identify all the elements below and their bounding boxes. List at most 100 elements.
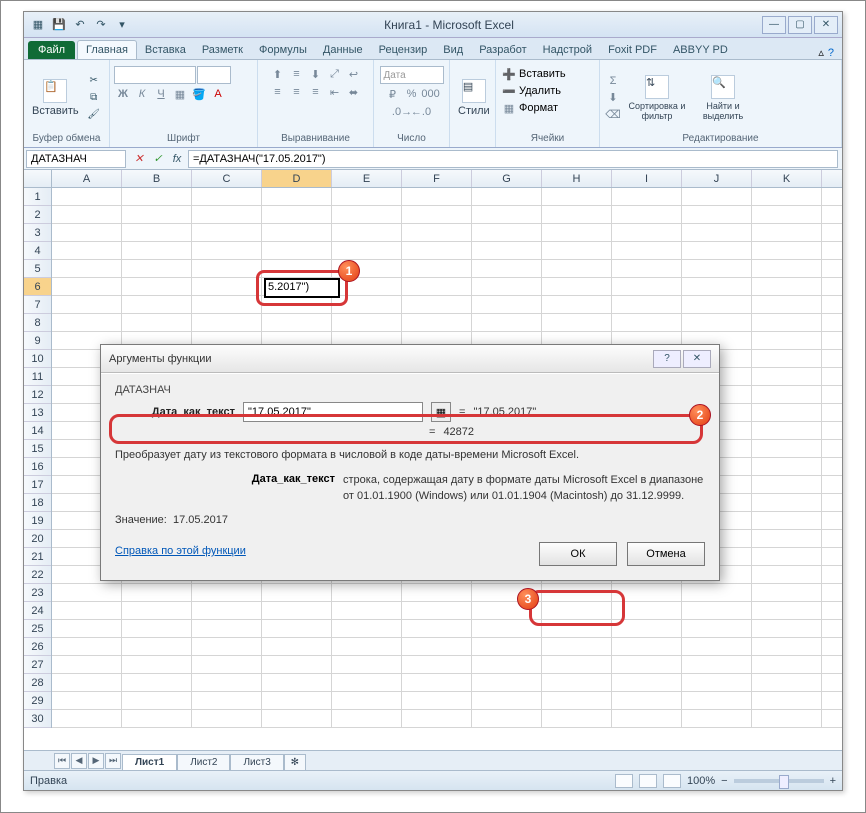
cell[interactable] xyxy=(612,278,682,295)
cell[interactable] xyxy=(682,314,752,331)
col-header[interactable]: D xyxy=(262,170,332,187)
cell[interactable] xyxy=(332,692,402,709)
minimize-button[interactable]: — xyxy=(762,16,786,34)
cell[interactable] xyxy=(332,674,402,691)
cell[interactable] xyxy=(752,296,822,313)
merge-icon[interactable]: ⬌ xyxy=(345,84,363,100)
dec-decimal-icon[interactable]: ←.0 xyxy=(412,104,430,120)
dialog-close-button[interactable]: ✕ xyxy=(683,350,711,368)
fill-color-button[interactable]: 🪣 xyxy=(190,86,208,102)
cell[interactable] xyxy=(542,620,612,637)
col-header[interactable]: E xyxy=(332,170,402,187)
cell[interactable] xyxy=(682,674,752,691)
comma-icon[interactable]: 000 xyxy=(422,86,440,102)
align-top-icon[interactable]: ⬆ xyxy=(269,66,287,82)
select-all-corner[interactable] xyxy=(24,170,52,187)
cell[interactable] xyxy=(402,260,472,277)
cell[interactable] xyxy=(402,656,472,673)
cell[interactable] xyxy=(682,260,752,277)
cell[interactable] xyxy=(52,602,122,619)
row-header[interactable]: 22 xyxy=(24,566,51,584)
cell[interactable] xyxy=(122,602,192,619)
dialog-titlebar[interactable]: Аргументы функции ? ✕ xyxy=(101,345,719,373)
bold-button[interactable]: Ж xyxy=(114,86,132,102)
cell[interactable] xyxy=(262,314,332,331)
tab-home[interactable]: Главная xyxy=(77,40,137,59)
row-header[interactable]: 3 xyxy=(24,224,51,242)
cell[interactable] xyxy=(192,620,262,637)
cell[interactable] xyxy=(542,674,612,691)
cell[interactable] xyxy=(52,314,122,331)
row-header[interactable]: 8 xyxy=(24,314,51,332)
format-painter-icon[interactable]: 🖌 xyxy=(85,107,103,123)
cell[interactable] xyxy=(52,674,122,691)
cell[interactable] xyxy=(612,692,682,709)
cell[interactable] xyxy=(402,314,472,331)
styles-button[interactable]: ▤Стили xyxy=(454,77,494,119)
cell[interactable] xyxy=(542,692,612,709)
cell[interactable] xyxy=(262,674,332,691)
cell[interactable] xyxy=(52,710,122,727)
tab-insert[interactable]: Вставка xyxy=(137,41,194,59)
cell[interactable] xyxy=(122,692,192,709)
cell[interactable] xyxy=(752,620,822,637)
row-header[interactable]: 18 xyxy=(24,494,51,512)
align-left-icon[interactable]: ≡ xyxy=(269,84,287,100)
cell[interactable] xyxy=(612,188,682,205)
cell[interactable] xyxy=(752,602,822,619)
cell[interactable] xyxy=(262,206,332,223)
row-header[interactable]: 4 xyxy=(24,242,51,260)
cell[interactable] xyxy=(612,260,682,277)
cell[interactable] xyxy=(192,242,262,259)
function-help-link[interactable]: Справка по этой функции xyxy=(115,545,246,557)
number-format-combo[interactable]: Дата xyxy=(380,66,444,84)
cell[interactable] xyxy=(612,206,682,223)
row-header[interactable]: 19 xyxy=(24,512,51,530)
tab-abbyy[interactable]: ABBYY PD xyxy=(665,41,736,59)
cell[interactable] xyxy=(752,404,822,421)
sheet-nav-first[interactable]: ⏮ xyxy=(54,753,70,769)
active-cell[interactable]: 5.2017") xyxy=(264,278,340,298)
cell[interactable] xyxy=(262,602,332,619)
dialog-help-button[interactable]: ? xyxy=(653,350,681,368)
cell[interactable] xyxy=(122,620,192,637)
cell[interactable] xyxy=(472,314,542,331)
row-header[interactable]: 5 xyxy=(24,260,51,278)
cell[interactable] xyxy=(402,620,472,637)
cell[interactable] xyxy=(752,260,822,277)
page-break-view-button[interactable] xyxy=(663,774,681,788)
cell[interactable] xyxy=(752,242,822,259)
cell[interactable] xyxy=(472,260,542,277)
cell[interactable] xyxy=(682,188,752,205)
cell[interactable] xyxy=(752,206,822,223)
cancel-edit-button[interactable]: ✕ xyxy=(130,150,148,168)
arg-input[interactable]: "17.05.2017" xyxy=(243,402,423,422)
cell[interactable] xyxy=(122,206,192,223)
format-cells-button[interactable]: ▦Формат xyxy=(500,100,558,116)
cell[interactable] xyxy=(542,638,612,655)
tab-view[interactable]: Вид xyxy=(435,41,471,59)
cell[interactable] xyxy=(752,188,822,205)
clear-icon[interactable]: ⌫ xyxy=(604,107,622,123)
cell[interactable] xyxy=(402,296,472,313)
cell[interactable] xyxy=(192,638,262,655)
cell[interactable] xyxy=(262,638,332,655)
zoom-level[interactable]: 100% xyxy=(687,775,715,787)
cell[interactable] xyxy=(122,314,192,331)
cell[interactable] xyxy=(612,314,682,331)
cell[interactable] xyxy=(682,206,752,223)
cell[interactable] xyxy=(752,584,822,601)
cell[interactable] xyxy=(752,368,822,385)
fx-button[interactable]: fx xyxy=(168,150,186,168)
cell[interactable] xyxy=(52,224,122,241)
tab-formulas[interactable]: Формулы xyxy=(251,41,315,59)
tab-addins[interactable]: Надстрой xyxy=(535,41,600,59)
cell[interactable] xyxy=(612,620,682,637)
sort-filter-button[interactable]: ⇅Сортировка и фильтр xyxy=(624,73,690,123)
zoom-in-button[interactable]: + xyxy=(830,775,836,787)
ribbon-minimize-icon[interactable]: ▵ xyxy=(818,46,824,59)
ok-button[interactable]: ОК xyxy=(539,542,617,566)
cell[interactable] xyxy=(262,656,332,673)
cell[interactable] xyxy=(752,548,822,565)
cell[interactable] xyxy=(612,674,682,691)
